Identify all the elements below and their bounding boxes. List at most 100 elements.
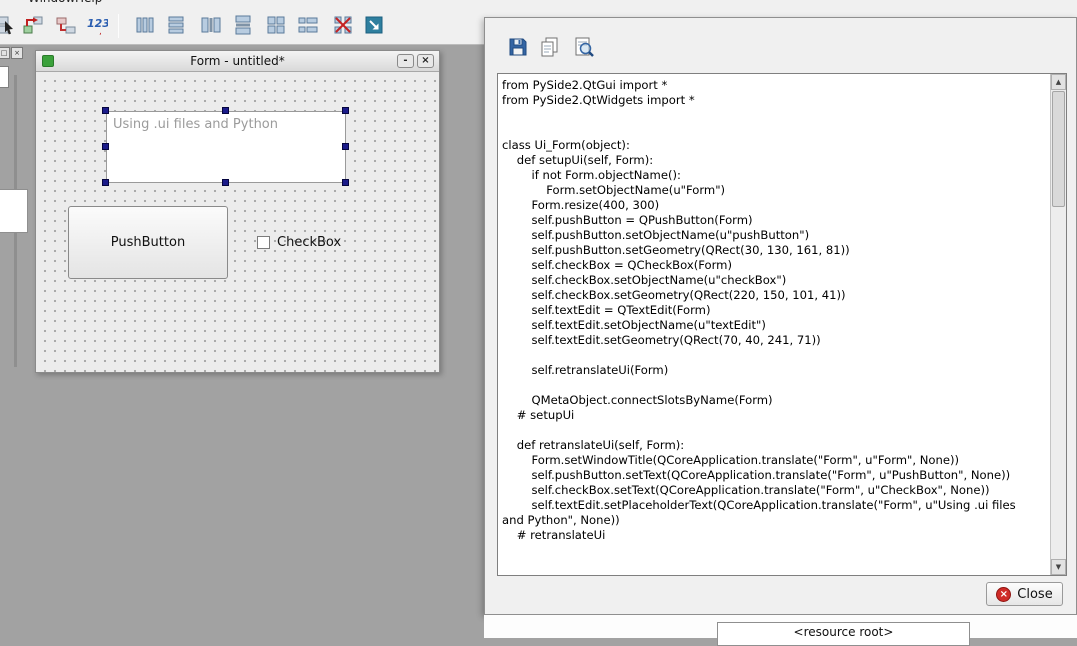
left-list-fragment — [0, 189, 28, 233]
code-line: from PySide2.QtWidgets import * — [502, 93, 1050, 108]
code-line: and Python", None)) — [502, 513, 1050, 528]
window-close-button[interactable]: × — [417, 54, 434, 68]
code-line: # setupUi — [502, 408, 1050, 423]
code-line: class Ui_Form(object): — [502, 138, 1050, 153]
edit-signals-slots-icon — [22, 14, 44, 36]
code-line: QMetaObject.connectSlotsByName(Form) — [502, 393, 1050, 408]
scroll-up-arrow[interactable]: ▲ — [1051, 74, 1066, 90]
copy-button[interactable] — [536, 34, 564, 62]
code-line: from PySide2.QtGui import * — [502, 78, 1050, 93]
bottom-panel: <resource root> — [484, 615, 1077, 638]
code-line: self.retranslateUi(Form) — [502, 363, 1050, 378]
left-panel-fragment — [0, 66, 9, 88]
code-line — [502, 423, 1050, 438]
edit-widgets-button[interactable] — [0, 11, 19, 39]
dock-close-icon: × — [14, 49, 20, 57]
layout-horizontal-button[interactable] — [131, 11, 159, 39]
code-line: self.textEdit.setPlaceholderText(QCoreAp… — [502, 498, 1050, 513]
dialog-close-button[interactable]: × Close — [986, 582, 1063, 606]
copy-icon — [538, 35, 562, 62]
checkbox-label: CheckBox — [277, 235, 341, 250]
code-line: self.textEdit = QTextEdit(Form) — [502, 303, 1050, 318]
code-preview-dialog: from PySide2.QtGui import *from PySide2.… — [484, 17, 1077, 615]
layout-splitter-horizontal-button[interactable] — [197, 11, 225, 39]
layout-form-button[interactable] — [294, 11, 322, 39]
adjust-size-icon — [363, 14, 385, 36]
find-icon — [572, 35, 596, 62]
code-line: self.textEdit.setGeometry(QRect(70, 40, … — [502, 333, 1050, 348]
pushbutton-widget[interactable]: PushButton — [68, 206, 228, 279]
selection-handle[interactable] — [342, 107, 349, 114]
close-button-label: Close — [1017, 587, 1052, 602]
selection-handle[interactable] — [222, 107, 229, 114]
form-window: Form - untitled* - × Using .ui files and… — [35, 50, 440, 373]
selection-handle[interactable] — [222, 179, 229, 186]
layout-splitter-vertical-button[interactable] — [229, 11, 257, 39]
selection-handle[interactable] — [342, 143, 349, 150]
code-line: self.checkBox.setText(QCoreApplication.t… — [502, 483, 1050, 498]
menu-help[interactable]: Help — [75, 0, 102, 5]
selection-handle[interactable] — [102, 143, 109, 150]
code-line: self.pushButton.setObjectName(u"pushButt… — [502, 228, 1050, 243]
dock-restore-button[interactable]: □ — [0, 47, 10, 59]
resource-root-item[interactable]: <resource root> — [717, 622, 970, 646]
edit-tab-order-button[interactable]: 123, — [83, 11, 111, 39]
layout-form-icon — [297, 14, 319, 36]
code-line: self.textEdit.setObjectName(u"textEdit") — [502, 318, 1050, 333]
form-window-title: Form - untitled* — [36, 54, 439, 68]
code-line: # retranslateUi — [502, 528, 1050, 543]
edit-signals-slots-button[interactable] — [19, 11, 47, 39]
break-layout-button[interactable] — [329, 11, 357, 39]
textedit-placeholder: Using .ui files and Python — [113, 117, 345, 132]
code-line: self.pushButton.setText(QCoreApplication… — [502, 468, 1050, 483]
minimize-button[interactable]: - — [397, 54, 414, 68]
layout-splitter-vertical-icon — [232, 14, 254, 36]
save-button[interactable] — [504, 34, 532, 62]
save-icon — [506, 35, 530, 62]
code-scrollbar[interactable]: ▲ ▼ — [1050, 74, 1066, 575]
scrollbar-thumb[interactable] — [1052, 91, 1065, 207]
dock-close-button[interactable]: × — [11, 47, 23, 59]
code-line: def retranslateUi(self, Form): — [502, 438, 1050, 453]
close-circle-icon: × — [996, 587, 1011, 602]
selection-handle[interactable] — [102, 107, 109, 114]
layout-vertical-button[interactable] — [162, 11, 190, 39]
scroll-down-arrow[interactable]: ▼ — [1051, 559, 1066, 575]
form-canvas[interactable]: Using .ui files and Python PushButton Ch… — [36, 72, 439, 372]
code-line: if not Form.objectName(): — [502, 168, 1050, 183]
find-button[interactable] — [570, 34, 598, 62]
checkbox-indicator[interactable] — [257, 236, 270, 249]
svg-text:,: , — [99, 27, 102, 36]
code-line: self.checkBox.setGeometry(QRect(220, 150… — [502, 288, 1050, 303]
form-titlebar[interactable]: Form - untitled* - × — [36, 51, 439, 72]
dock-restore-icon: □ — [1, 49, 8, 57]
layout-grid-icon — [265, 14, 287, 36]
adjust-size-button[interactable] — [360, 11, 388, 39]
code-line: self.pushButton.setGeometry(QRect(30, 13… — [502, 243, 1050, 258]
code-line — [502, 108, 1050, 123]
break-layout-icon — [332, 14, 354, 36]
edit-buddies-button[interactable] — [52, 11, 80, 39]
svg-text:123: 123 — [87, 17, 108, 30]
edit-widgets-icon — [0, 14, 16, 36]
checkbox-widget[interactable]: CheckBox — [257, 235, 341, 250]
layout-horizontal-icon — [134, 14, 156, 36]
code-text: from PySide2.QtGui import *from PySide2.… — [498, 74, 1050, 575]
code-area[interactable]: from PySide2.QtGui import *from PySide2.… — [497, 73, 1067, 576]
layout-grid-button[interactable] — [262, 11, 290, 39]
layout-splitter-horizontal-icon — [200, 14, 222, 36]
toolbar-separator — [118, 14, 119, 38]
menu-window[interactable]: Window — [28, 0, 75, 5]
layout-vertical-icon — [165, 14, 187, 36]
textedit-widget[interactable]: Using .ui files and Python — [106, 111, 346, 183]
code-line — [502, 123, 1050, 138]
code-line: self.pushButton = QPushButton(Form) — [502, 213, 1050, 228]
selection-handle[interactable] — [342, 179, 349, 186]
selection-handle[interactable] — [102, 179, 109, 186]
edit-buddies-icon — [55, 14, 77, 36]
code-line: Form.setObjectName(u"Form") — [502, 183, 1050, 198]
code-line: Form.resize(400, 300) — [502, 198, 1050, 213]
code-line: self.checkBox.setObjectName(u"checkBox") — [502, 273, 1050, 288]
code-line — [502, 348, 1050, 363]
code-line: def setupUi(self, Form): — [502, 153, 1050, 168]
